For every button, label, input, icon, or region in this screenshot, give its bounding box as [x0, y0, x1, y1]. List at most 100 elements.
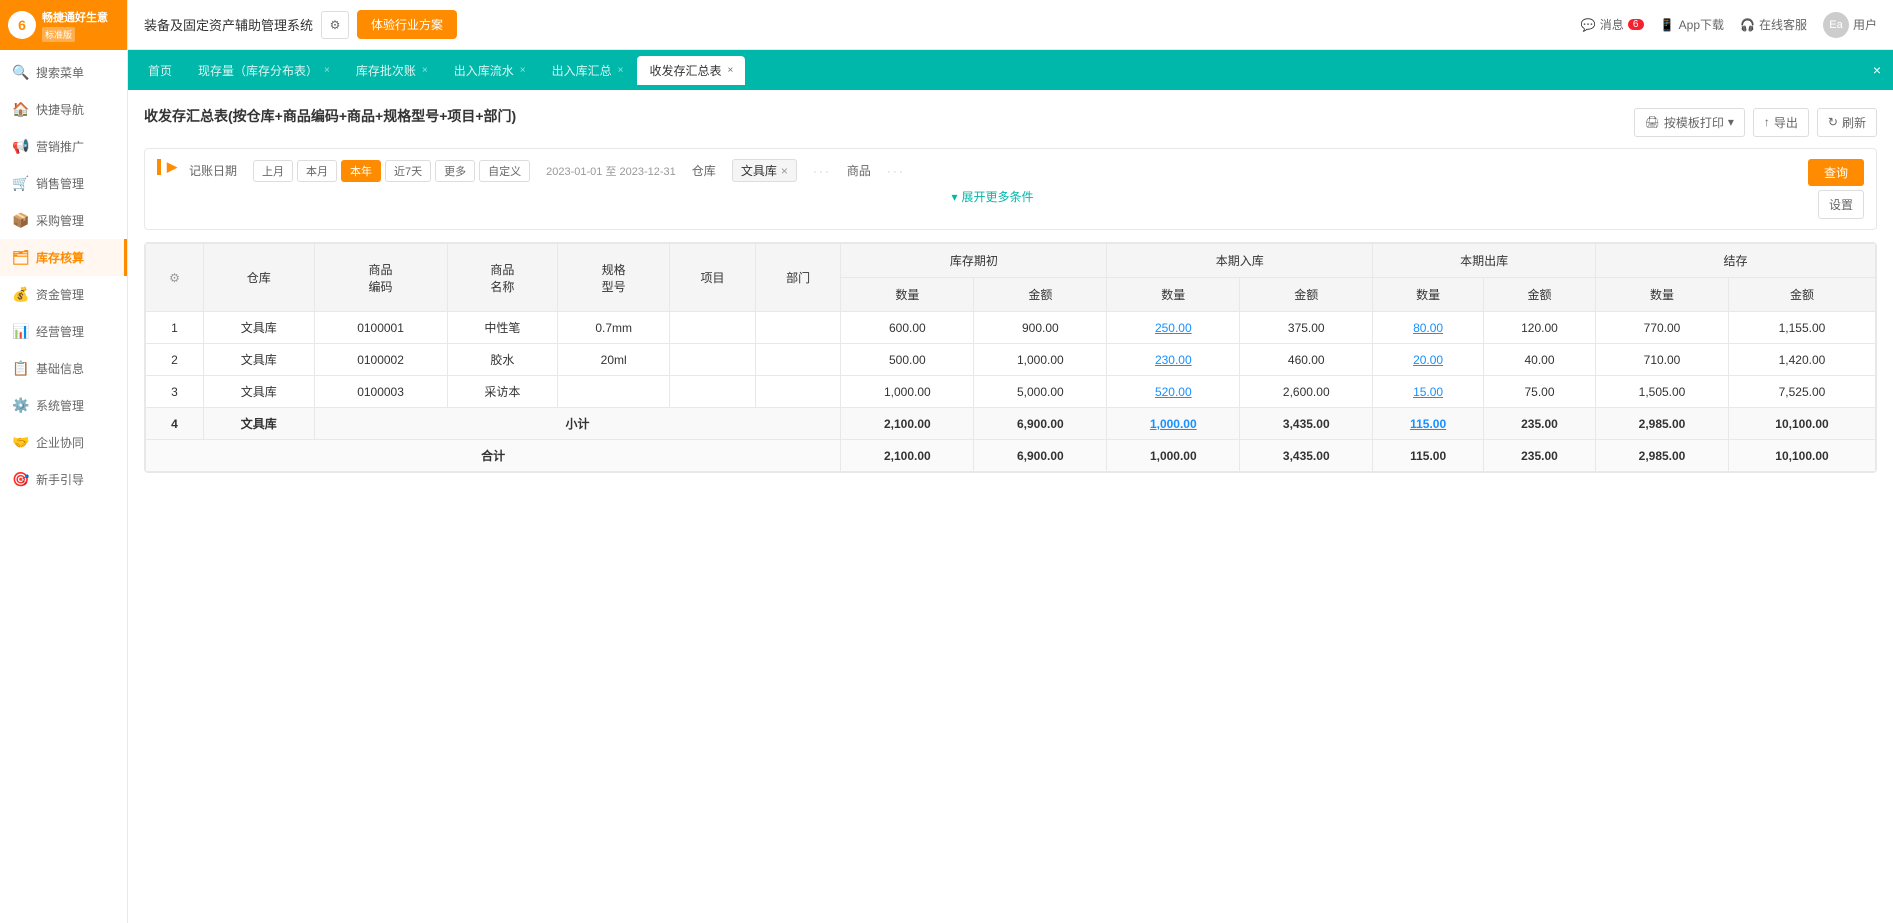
tab-home[interactable]: 首页	[136, 56, 184, 85]
basic-icon: 📋	[12, 360, 28, 377]
cell-warehouse: 文具库	[203, 344, 314, 376]
quick_nav-icon: 🏠	[12, 101, 28, 118]
sidebar-item-search[interactable]: 🔍搜索菜单	[0, 54, 127, 91]
table-row: 2 文具库 0100002 胶水 20ml 500.00 1,000.00 23…	[146, 344, 1876, 376]
cell-dept	[755, 312, 841, 344]
query-btn[interactable]: 查询	[1808, 159, 1864, 186]
cell-out-qty[interactable]: 15.00	[1373, 376, 1484, 408]
date-btn-本年[interactable]: 本年	[341, 160, 381, 182]
online-service-btn[interactable]: 🎧 在线客服	[1740, 16, 1807, 33]
cell-out-amt: 40.00	[1483, 344, 1595, 376]
sub-label: 小计	[314, 408, 841, 440]
user-menu[interactable]: Ea 用户	[1823, 12, 1877, 38]
date-btn-近7天[interactable]: 近7天	[385, 160, 431, 182]
tab-inventory_dist[interactable]: 现存量（库存分布表）×	[186, 56, 342, 85]
filter-expand-btn[interactable]: ▶	[157, 159, 177, 175]
tab-label-flow: 出入库流水	[454, 62, 514, 79]
th-inbound: 本期入库	[1107, 244, 1373, 278]
warehouse-tag: 文具库 ×	[732, 159, 797, 182]
experience-btn[interactable]: 体验行业方案	[357, 10, 457, 39]
tab-bar-close-btn[interactable]: ×	[1869, 58, 1885, 82]
tab-label-receipt_summary: 收发存汇总表	[649, 62, 721, 79]
tab-batch_ledger[interactable]: 库存批次账×	[344, 56, 440, 85]
sidebar-item-guide[interactable]: 🎯新手引导	[0, 461, 127, 498]
cell-code: 0100003	[314, 376, 447, 408]
date-btn-上月[interactable]: 上月	[253, 160, 293, 182]
tab-label-home: 首页	[148, 62, 172, 79]
sidebar-item-inventory[interactable]: 🗂库存核算	[0, 239, 127, 276]
total-in-qty: 1,000.00	[1107, 440, 1240, 472]
date-btn-本月[interactable]: 本月	[297, 160, 337, 182]
tab-receipt_summary[interactable]: 收发存汇总表 ×	[637, 56, 745, 85]
warehouse-tag-close[interactable]: ×	[781, 164, 788, 178]
system-name: 装备及固定资产辅助管理系统	[144, 15, 313, 34]
sidebar-item-basic[interactable]: 📋基础信息	[0, 350, 127, 387]
sidebar-item-purchase[interactable]: 📦采购管理	[0, 202, 127, 239]
message-icon: 💬	[1581, 18, 1596, 32]
sidebar-item-enterprise[interactable]: 🤝企业协同	[0, 424, 127, 461]
cell-out-qty[interactable]: 20.00	[1373, 344, 1484, 376]
warehouse-more-btn[interactable]: ···	[813, 164, 831, 178]
data-table: ⚙ 仓库 商品编码 商品名称 规格型号 项目 部门 库存期初 本期入库 本期出库…	[144, 242, 1877, 473]
refresh-btn[interactable]: ↻ 刷新	[1817, 108, 1877, 137]
th-warehouse: 仓库	[203, 244, 314, 312]
filter-section: ▶ 记账日期 上月本月本年近7天更多自定义 2023-01-01 至 2023-…	[144, 148, 1877, 230]
tab-flow[interactable]: 出入库流水 ×	[442, 56, 538, 85]
cell-in-amt: 460.00	[1240, 344, 1373, 376]
warehouse-filter-label: 仓库	[692, 162, 716, 179]
tab-summary[interactable]: 出入库汇总×	[540, 56, 636, 85]
cell-warehouse: 文具库	[203, 312, 314, 344]
sub-in-qty: 1,000.00	[1107, 408, 1240, 440]
settings-sm-btn[interactable]: 设置	[1818, 190, 1864, 219]
sidebar-item-system[interactable]: ⚙️系统管理	[0, 387, 127, 424]
messages-btn[interactable]: 💬 消息 6	[1581, 16, 1644, 33]
sidebar-item-operation[interactable]: 📊经营管理	[0, 313, 127, 350]
cell-in-amt: 2,600.00	[1240, 376, 1373, 408]
sub-out-qty: 115.00	[1373, 408, 1484, 440]
cell-dept	[755, 344, 841, 376]
th-in-amt: 金额	[1240, 278, 1373, 312]
tab-close-inventory_dist[interactable]: ×	[324, 65, 330, 76]
expand-conditions-btn[interactable]: ▾ 展开更多条件	[189, 188, 1796, 205]
sidebar-item-marketing[interactable]: 📢营销推广	[0, 128, 127, 165]
sidebar-item-sales[interactable]: 🛒销售管理	[0, 165, 127, 202]
cell-out-qty[interactable]: 80.00	[1373, 312, 1484, 344]
goods-more-btn[interactable]: ···	[887, 164, 905, 178]
print-btn[interactable]: 🖨 按模板打印 ▾	[1634, 108, 1745, 137]
th-open-qty: 数量	[841, 278, 974, 312]
export-btn[interactable]: ↑ 导出	[1753, 108, 1809, 137]
messages-badge: 6	[1628, 19, 1644, 30]
date-btn-更多[interactable]: 更多	[435, 160, 475, 182]
page-inner: 收发存汇总表(按仓库+商品编码+商品+规格型号+项目+部门) 🖨 按模板打印 ▾…	[128, 90, 1893, 923]
cell-in-qty[interactable]: 520.00	[1107, 376, 1240, 408]
tab-close-summary[interactable]: ×	[618, 65, 624, 76]
cell-warehouse: 文具库	[203, 376, 314, 408]
sidebar-item-finance[interactable]: 💰资金管理	[0, 276, 127, 313]
sub-open-qty: 2,100.00	[841, 408, 974, 440]
app-download-btn[interactable]: 📱 App下载	[1660, 16, 1724, 33]
cell-close-qty: 1,505.00	[1596, 376, 1729, 408]
user-avatar: Ea	[1823, 12, 1849, 38]
tab-close-flow[interactable]: ×	[520, 65, 526, 76]
cell-in-qty[interactable]: 250.00	[1107, 312, 1240, 344]
tab-close-receipt_summary[interactable]: ×	[727, 65, 733, 76]
tab-close-batch_ledger[interactable]: ×	[422, 65, 428, 76]
inventory-icon: 🗂	[12, 249, 28, 266]
th-outbound: 本期出库	[1373, 244, 1596, 278]
date-btn-自定义[interactable]: 自定义	[479, 160, 530, 182]
cell-spec: 20ml	[558, 344, 670, 376]
sidebar-item-quick_nav[interactable]: 🏠快捷导航	[0, 91, 127, 128]
total-close-amt: 10,100.00	[1728, 440, 1875, 472]
cell-name: 中性笔	[447, 312, 558, 344]
th-code: 商品编码	[314, 244, 447, 312]
cell-open-amt: 5,000.00	[974, 376, 1107, 408]
cell-open-qty: 1,000.00	[841, 376, 974, 408]
printer-icon: 🖨	[1645, 115, 1660, 129]
user-label: 用户	[1853, 16, 1877, 33]
cell-name: 采访本	[447, 376, 558, 408]
system-settings-btn[interactable]: ⚙	[321, 11, 349, 39]
cell-close-qty: 770.00	[1596, 312, 1729, 344]
sidebar-label-marketing: 营销推广	[36, 138, 84, 155]
cell-in-qty[interactable]: 230.00	[1107, 344, 1240, 376]
column-settings-icon[interactable]: ⚙	[169, 271, 180, 285]
